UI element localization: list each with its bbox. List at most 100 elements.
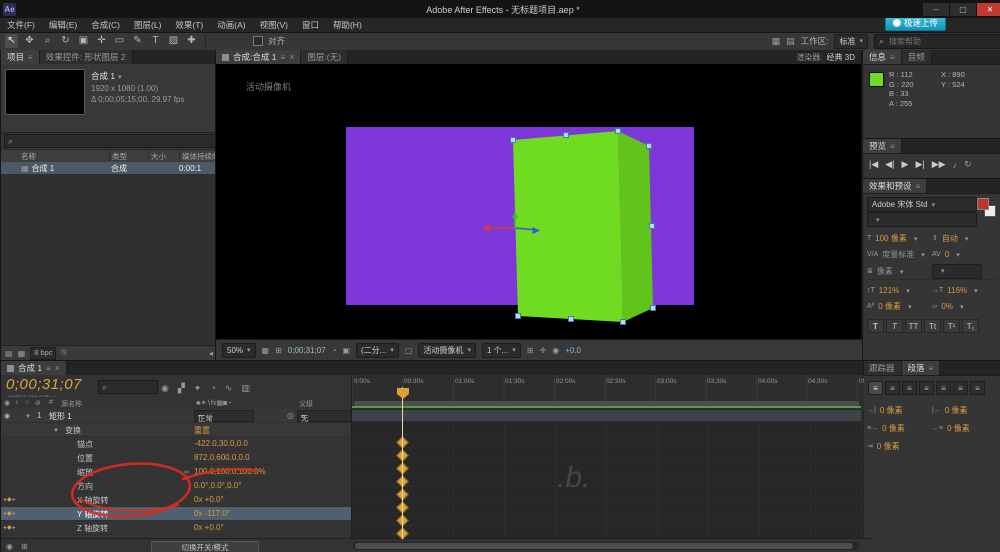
all-caps-button[interactable]: TT [905,319,922,333]
rotation-tool[interactable]: ↻ [59,34,72,48]
font-size-value[interactable]: 100 像素 [875,233,907,244]
column-parent[interactable]: 父级 [299,399,313,409]
exposure-icon[interactable]: ◉ [552,346,559,355]
superscript-button[interactable]: T¹ [943,319,960,333]
timeline-track-area[interactable] [351,409,864,539]
keyframe-navigator[interactable] [3,510,16,517]
workspace-grid-icon[interactable]: ▦ [772,36,781,47]
shape-tool[interactable]: ▭ [113,34,126,48]
property-name[interactable]: 方向 [77,481,93,492]
panel-menu-icon[interactable] [280,52,285,62]
snapshot-icon[interactable]: ◔ [332,346,337,355]
link-icon[interactable] [184,467,189,476]
proportional-spacing-value[interactable]: 0% [941,302,953,311]
property-row-orientation[interactable]: 方向 0.0°,0.0°,0.0° [1,479,351,493]
resolution-select[interactable]: (二分... [356,343,399,358]
property-name[interactable]: 位置 [77,453,93,464]
property-value[interactable]: -422.0,30.0,0.0 [194,439,248,448]
font-style-select[interactable] [867,212,977,227]
property-name[interactable]: Y 轴旋转 [77,509,108,520]
column-name[interactable]: 名称 [1,151,109,162]
current-time-indicator-handle[interactable] [397,388,409,399]
project-item-comp1[interactable]: ▦合成 1 合成 0:00:1 [1,162,216,174]
help-search-input[interactable] [887,36,997,47]
space-after-value[interactable]: 0 像素 [947,423,970,434]
tab-info[interactable]: 信息 [863,50,902,64]
hide-shy-layers-icon[interactable]: ✦ [194,383,202,394]
layer-duration-bar[interactable] [352,410,861,421]
justify-last-right-button[interactable]: ≡ [953,381,968,395]
property-value[interactable]: 100.0,100.0,100.0% [194,467,266,476]
previous-frame-button[interactable]: ◀| [885,159,894,170]
stroke-width-value[interactable]: 像素 [877,266,893,277]
tab-effects-presets[interactable]: 效果和预设 [863,179,927,193]
play-button[interactable]: ▶ [902,159,909,170]
project-table-header[interactable]: 名称 类型 大小 媒体持续时间 [1,149,216,163]
mask-visibility-icon[interactable]: ⊞ [275,346,282,355]
property-name[interactable]: 缩放 [77,467,93,478]
viewer-timecode[interactable]: 0;00;31;07 [288,346,326,355]
minimize-button[interactable]: – [923,3,949,16]
current-time-indicator-line[interactable] [402,387,403,539]
scrollbar-thumb[interactable] [355,543,853,549]
eye-icon[interactable] [4,411,10,420]
time-ruler[interactable]: 0:00s 00:30s 01:00s 01:30s 02:00s 02:30s… [351,375,864,410]
loop-icon[interactable]: ↻ [964,159,972,170]
property-row-anchor-point[interactable]: 锚点 -422.0,30.0,0.0 [1,437,351,451]
menu-composition[interactable]: 合成(C) [84,19,127,31]
chevron-down-icon[interactable] [905,302,912,311]
help-search[interactable]: ⌕ [874,34,1000,49]
audio-mute-icon[interactable]: ♪ [953,160,958,170]
close-button[interactable]: ✕ [977,3,1000,16]
scroll-left-icon[interactable]: ◂ [209,349,213,358]
draft-3d-icon[interactable]: ▞ [178,383,185,394]
reset-link[interactable]: 重置 [194,425,210,436]
group-name[interactable]: 变换 [65,425,81,436]
keyframe-navigator[interactable] [3,524,16,531]
panel-menu-icon[interactable] [46,363,51,373]
tab-project[interactable]: 项目 [1,50,40,64]
tab-audio[interactable]: 音频 [902,50,932,64]
align-left-button[interactable]: ≡ [868,381,883,395]
tracking-value[interactable]: 0 [945,250,949,259]
workspace-select[interactable]: 标准 [834,34,868,49]
property-row-scale[interactable]: 缩放 100.0,100.0,100.0% [1,465,351,479]
menu-help[interactable]: 帮助(H) [326,19,369,31]
parent-select[interactable]: 无 [297,410,353,422]
panel-menu-icon[interactable] [890,52,895,62]
fast-preview-icon[interactable]: ✛ [540,346,547,355]
faux-bold-button[interactable]: T [867,319,884,333]
column-size[interactable]: 大小 [148,151,179,162]
baseline-shift-value[interactable]: 0 像素 [878,301,901,312]
blend-mode-select[interactable]: 正常 [194,410,254,422]
property-value[interactable]: 0x -117.0° [194,509,230,518]
tab-effect-controls[interactable]: 效果控件: 形状图层 2 [40,50,133,64]
fill-color-swatch[interactable] [977,198,989,210]
subscript-button[interactable]: T₁ [962,319,979,333]
tab-paragraph[interactable]: 段落 [902,361,941,375]
brush-tool[interactable]: ▨ [167,34,180,48]
new-folder-icon[interactable]: ▦ [18,349,26,358]
property-row-position[interactable]: 位置 872.0,600.0,0.0 [1,451,351,465]
small-caps-button[interactable]: Tt [924,319,941,333]
align-center-button[interactable]: ≡ [885,381,900,395]
justify-last-center-button[interactable]: ≡ [936,381,951,395]
chevron-down-icon[interactable] [911,234,918,243]
graph-editor-icon[interactable]: ▥ [241,383,250,394]
view-layout-select[interactable]: 1 个... [482,343,521,358]
expand-layers-icon[interactable]: ◉ [6,542,13,551]
motion-blur-icon[interactable]: ∿ [225,383,233,394]
menu-effect[interactable]: 效果(T) [168,19,210,31]
twirl-icon[interactable] [25,411,31,420]
close-tab-icon[interactable] [55,363,60,373]
menu-animation[interactable]: 动画(A) [210,19,252,31]
justify-all-button[interactable]: ≡ [970,381,985,395]
property-row-y-rotation[interactable]: Y 轴旋转 0x -117.0° [1,507,351,521]
region-of-interest-icon[interactable]: ▢ [405,346,413,355]
tab-composition[interactable]: 合成:合成 1 [216,50,301,64]
font-family-select[interactable]: Adobe 宋体 Std [867,197,977,212]
close-tab-icon[interactable] [289,52,294,62]
property-name[interactable]: Z 轴旋转 [77,523,108,534]
zoom-tool[interactable]: ⌕ [41,34,54,48]
pixel-aspect-icon[interactable]: ⊞ [527,346,534,355]
